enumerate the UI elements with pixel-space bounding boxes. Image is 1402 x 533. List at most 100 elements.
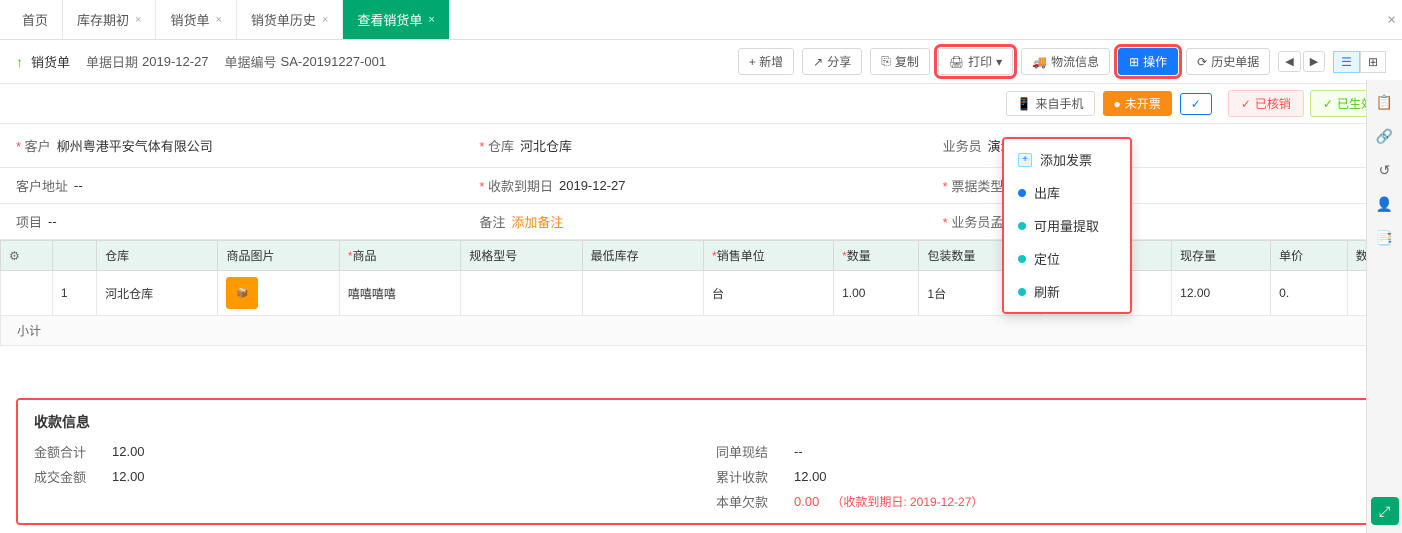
cumulative-payment-row: 累计收款 12.00 [716,467,1368,486]
sidebar-expand-button[interactable]: ⤢ [1371,497,1399,525]
grid-view-button[interactable]: ⊞ [1360,51,1386,73]
th-spec: 规格型号 [461,241,582,271]
outbound-icon [1018,189,1026,197]
address-value: -- [74,178,83,193]
grid-icon: ⊞ [1129,55,1139,69]
payment-info-grid: 金额合计 12.00 成交金额 12.00 同单现结 -- 累计收款 [34,442,1368,511]
address-row: 客户地址 -- [16,176,459,195]
tab-home-label: 首页 [22,10,48,29]
sidebar-icon-1[interactable]: 📋 [1371,88,1399,116]
right-sidebar: 📋 🔗 ↺ 👤 📑 ⤢ [1366,80,1402,533]
same-order-settle-label: 同单现结 [716,442,786,461]
add-invoice-label: 添加发票 [1040,150,1092,169]
effective-check-icon: ✓ [1323,97,1333,111]
sidebar-icon-3[interactable]: ↺ [1371,156,1399,184]
view-toggle: ☰ ⊞ [1333,51,1386,73]
th-num [52,241,96,271]
sidebar-icon-2[interactable]: 🔗 [1371,122,1399,150]
tab-view-sales[interactable]: 查看销货单 × [343,0,449,39]
tab-sales-order[interactable]: 销货单 × [156,0,236,39]
total-amount-value: 12.00 [112,444,145,459]
table-wrapper: ⚙ 仓库 商品图片 *商品 规格型号 最低库存 *销售单位 *数量 包装数量 可… [0,240,1402,390]
doc-date-value: 2019-12-27 [142,54,209,69]
sidebar-icon-5[interactable]: 📑 [1371,224,1399,252]
not-opened-button[interactable]: ● 未开票 [1103,91,1172,116]
tab-home[interactable]: 首页 [8,0,63,39]
customer-row: 客户 柳州粤港平安气体有限公司 [16,136,459,155]
form-area-3: 项目 -- 备注 添加备注 业务员孟 -- [0,204,1402,240]
tab-sales-order-close[interactable]: × [215,14,221,26]
copy-icon: ⎘ [881,54,891,69]
action-bar: + 新增 ↗ 分享 ⎘ 复制 🖨 打印 ▾ 🚚 物流信息 [738,48,1386,75]
refresh-icon [1018,288,1026,296]
secondary-action-bar: 📱 来自手机 ● 未开票 ✓ ✓ 已核销 ✓ 已生效 [0,84,1402,124]
sidebar-icon-4[interactable]: 👤 [1371,190,1399,218]
confirm-button[interactable]: ✓ [1180,93,1212,115]
add-note-button[interactable]: 添加备注 [511,212,563,231]
bottom-payment-panel: 收款信息 金额合计 12.00 成交金额 12.00 同单现结 -- [16,398,1386,525]
outstanding-label: 本单欠款 [716,492,786,511]
subtotal-row: 小计 [1,316,1402,346]
operations-button[interactable]: ⊞ 操作 [1118,48,1178,75]
tab-sales-order-label: 销货单 [170,10,209,29]
print-dropdown-arrow: ▾ [996,55,1002,69]
outbound-item[interactable]: 出库 [1004,176,1130,209]
deal-amount-row: 成交金额 12.00 [34,467,686,486]
th-img: 商品图片 [218,241,339,271]
deal-amount-label: 成交金额 [34,467,104,486]
sold-status-button[interactable]: ✓ 已核销 [1228,90,1304,117]
from-phone-button[interactable]: 📱 来自手机 [1006,91,1095,116]
logistics-button[interactable]: 🚚 物流信息 [1021,48,1110,75]
doc-title-area: ↑ 销货单 [16,52,70,71]
tab-sales-history[interactable]: 销货单历史 × [237,0,343,39]
nav-arrows: ◀ ▶ [1278,51,1325,72]
next-record-button[interactable]: ▶ [1303,51,1325,72]
tab-sales-history-close[interactable]: × [322,14,328,26]
products-table: ⚙ 仓库 商品图片 *商品 规格型号 最低库存 *销售单位 *数量 包装数量 可… [0,240,1402,346]
warehouse-row: 仓库 河北仓库 [479,136,922,155]
window-close-button[interactable]: × [1387,11,1396,28]
share-button[interactable]: ↗ 分享 [802,48,862,75]
th-settings[interactable]: ⚙ [1,241,53,271]
available-qty-label: 可用量提取 [1034,216,1099,235]
project-label: 项目 [16,212,42,231]
locate-item[interactable]: 定位 [1004,242,1130,275]
available-qty-item[interactable]: 可用量提取 [1004,209,1130,242]
add-invoice-item[interactable]: + 添加发票 [1004,143,1130,176]
locate-icon [1018,255,1026,263]
list-view-button[interactable]: ☰ [1333,51,1360,73]
doc-date-item: 单据日期 2019-12-27 [86,52,209,71]
td-unit: 台 [704,271,834,316]
share-icon: ↗ [813,55,823,69]
print-button[interactable]: 🖨 打印 ▾ [938,48,1013,75]
tab-inventory-init[interactable]: 库存期初 × [63,0,156,39]
history-button[interactable]: ⟳ 历史单据 [1186,48,1270,75]
th-unit: *销售单位 [704,241,834,271]
cumulative-payment-value: 12.00 [794,469,827,484]
new-button[interactable]: + 新增 [738,48,794,75]
copy-button[interactable]: ⎘ 复制 [870,48,930,75]
product-image: 📦 [226,277,258,309]
th-unit-price: 单价 [1271,241,1348,271]
doc-number-item: 单据编号 SA-20191227-001 [225,52,387,71]
td-qty: 1.00 [834,271,919,316]
table-header-row: ⚙ 仓库 商品图片 *商品 规格型号 最低库存 *销售单位 *数量 包装数量 可… [1,241,1402,271]
check-icon: ✓ [1191,97,1201,111]
note-label: 备注 [479,212,505,231]
doc-header: ↑ 销货单 单据日期 2019-12-27 单据编号 SA-20191227-0… [0,40,1402,84]
tab-view-sales-close[interactable]: × [428,14,434,26]
doc-number-value: SA-20191227-001 [281,54,387,69]
tab-view-sales-label: 查看销货单 [357,10,422,29]
refresh-item[interactable]: 刷新 [1004,275,1130,308]
tab-inventory-init-label: 库存期初 [77,10,129,29]
tab-inventory-init-close[interactable]: × [135,14,141,26]
address-label: 客户地址 [16,176,68,195]
print-icon: 🖨 [949,55,964,69]
td-img: 📦 [218,271,339,316]
doc-number-label: 单据编号 [225,52,277,71]
sold-check-icon: ✓ [1241,97,1251,111]
history-icon: ⟳ [1197,55,1207,69]
project-value: -- [48,214,57,229]
td-warehouse: 河北仓库 [97,271,218,316]
prev-record-button[interactable]: ◀ [1278,51,1300,72]
